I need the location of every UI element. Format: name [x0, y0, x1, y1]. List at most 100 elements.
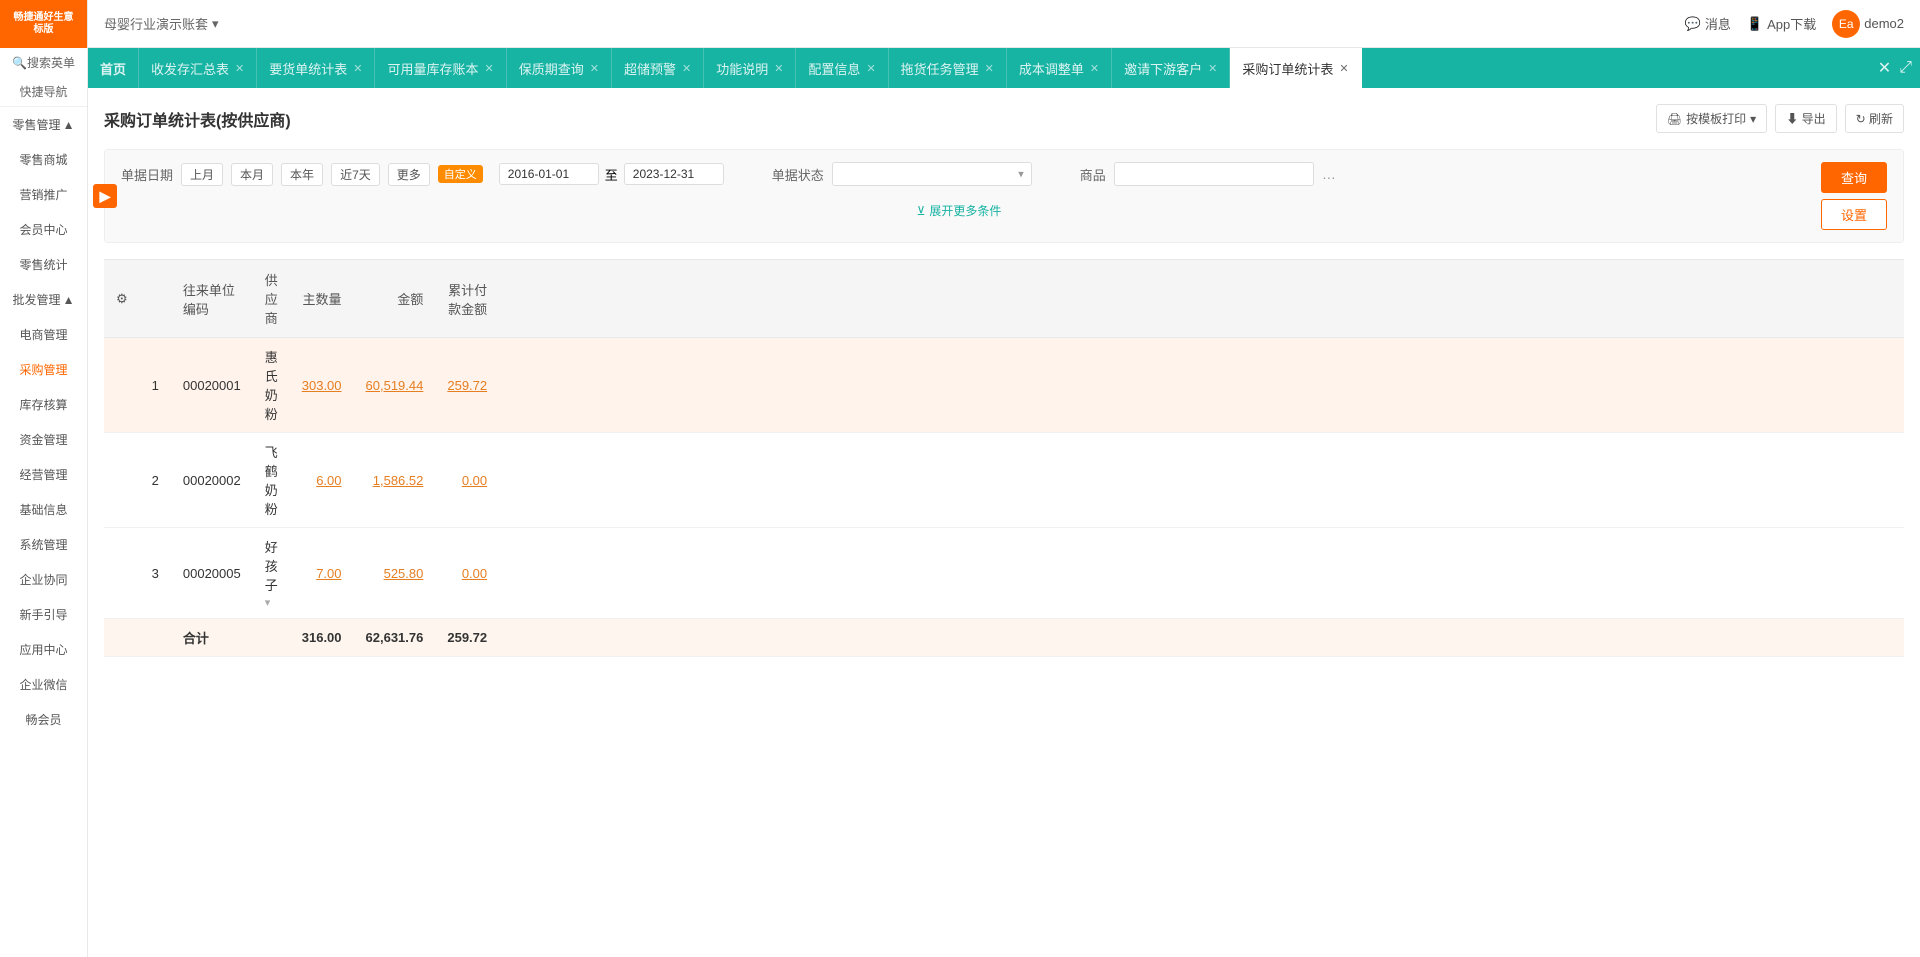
expand-more-button[interactable]: ⊻ 展开更多条件: [917, 202, 1002, 219]
page-header: 采购订单统计表(按供应商) 🖨 按模板打印 ▾ ⬇ 导出 ↻ 刷新: [104, 104, 1904, 133]
custom-date-tag: 自定义: [438, 165, 483, 183]
sidebar-item-members[interactable]: 会员中心: [0, 212, 87, 247]
status-label: 单据状态: [772, 165, 824, 184]
cell-paid[interactable]: 0.00: [435, 528, 499, 619]
close-icon[interactable]: ✕: [866, 62, 875, 75]
date-range-separator: 至: [605, 165, 618, 184]
cell-paid[interactable]: 259.72: [435, 338, 499, 433]
refresh-button[interactable]: ↻ 刷新: [1845, 104, 1904, 133]
date-to-input[interactable]: [624, 163, 724, 185]
cell-quantity[interactable]: 6.00: [290, 433, 354, 528]
sidebar-item-retail-shop[interactable]: 零售商城: [0, 142, 87, 177]
cell-unit-code: 00020001: [171, 338, 253, 433]
sidebar: 畅捷通好生意 标版 🔍 搜索英单 快捷导航 零售管理 ▲ 零售商城 营销推广 会…: [0, 0, 88, 957]
tab-gongnengshuo[interactable]: 功能说明 ✕: [704, 48, 796, 88]
tab-yaoqingxiayou[interactable]: 邀请下游客户 ✕: [1112, 48, 1230, 88]
footer-empty-1: [104, 619, 140, 657]
cell-amount[interactable]: 60,519.44: [354, 338, 436, 433]
sidebar-item-system[interactable]: 系统管理: [0, 527, 87, 562]
template-print-button[interactable]: 🖨 按模板打印 ▾: [1656, 104, 1767, 133]
cell-amount[interactable]: 525.80: [354, 528, 436, 619]
goods-input[interactable]: [1114, 162, 1314, 186]
close-icon[interactable]: ✕: [985, 62, 994, 75]
cell-paid[interactable]: 0.00: [435, 433, 499, 528]
close-icon-active[interactable]: ✕: [1339, 62, 1348, 75]
tab-caigoudingt[interactable]: 采购订单统计表 ✕: [1230, 48, 1361, 88]
date-btn-last-month[interactable]: 上月: [181, 163, 223, 186]
close-icon[interactable]: ✕: [485, 62, 494, 75]
date-btn-more[interactable]: 更多: [388, 163, 430, 186]
close-icon[interactable]: ✕: [682, 62, 691, 75]
user-profile[interactable]: Ea demo2: [1832, 10, 1904, 38]
export-button[interactable]: ⬇ 导出: [1775, 104, 1836, 133]
sidebar-item-basic[interactable]: 基础信息: [0, 492, 87, 527]
download-icon: 📱: [1747, 16, 1763, 32]
sidebar-item-inventory[interactable]: 库存核算: [0, 387, 87, 422]
search-label: 搜索英单: [27, 54, 75, 71]
close-all-icon[interactable]: ✕: [1878, 58, 1891, 78]
sidebar-item-ecommerce[interactable]: 电商管理: [0, 317, 87, 352]
sidebar-item-wechat[interactable]: 企业微信: [0, 667, 87, 702]
tab-baoyuqichaxun[interactable]: 保质期查询 ✕: [507, 48, 612, 88]
sidebar-item-appcenter[interactable]: 应用中心: [0, 632, 87, 667]
expand-icon[interactable]: ⤢: [1899, 59, 1912, 77]
cell-amount[interactable]: 1,586.52: [354, 433, 436, 528]
cell-quantity[interactable]: 7.00: [290, 528, 354, 619]
footer-quantity: 316.00: [290, 619, 354, 657]
tab-keyongliangkuct[interactable]: 可用量库存账本 ✕: [375, 48, 506, 88]
sidebar-item-enterprise[interactable]: 企业协同: [0, 562, 87, 597]
cell-quantity[interactable]: 303.00: [290, 338, 354, 433]
status-select[interactable]: [832, 162, 1032, 186]
breadcrumb-arrow-icon[interactable]: ▾: [212, 16, 219, 32]
sidebar-item-retail-stats[interactable]: 零售统计: [0, 247, 87, 282]
date-btn-this-month[interactable]: 本月: [231, 163, 273, 186]
date-label: 单据日期: [121, 165, 173, 184]
date-btn-this-year[interactable]: 本年: [281, 163, 323, 186]
message-button[interactable]: 💬 消息: [1685, 14, 1731, 33]
close-icon[interactable]: ✕: [774, 62, 783, 75]
sidebar-item-retail[interactable]: 零售管理 ▲: [0, 107, 87, 142]
sidebar-item-purchase[interactable]: 采购管理: [0, 352, 87, 387]
tab-shoufahuizongt[interactable]: 收发存汇总表 ✕: [139, 48, 257, 88]
sidebar-item-wholesale[interactable]: 批发管理 ▲: [0, 282, 87, 317]
close-icon[interactable]: ✕: [1090, 62, 1099, 75]
app-download-button[interactable]: 📱 App下载: [1747, 14, 1816, 33]
goods-label: 商品: [1080, 165, 1106, 184]
tab-chaochuyujing[interactable]: 超储预警 ✕: [612, 48, 704, 88]
sidebar-item-operations[interactable]: 经营管理: [0, 457, 87, 492]
close-icon[interactable]: ✕: [353, 62, 362, 75]
tab-tuohuorenwu[interactable]: 拖货任务管理 ✕: [889, 48, 1007, 88]
cell-extra: [499, 338, 1904, 433]
sidebar-item-marketing[interactable]: 营销推广: [0, 177, 87, 212]
column-settings-icon[interactable]: ⚙: [116, 291, 128, 306]
date-from-input[interactable]: [499, 163, 599, 185]
cell-unit-code: 00020002: [171, 433, 253, 528]
table-row: 3 00020005 好孩子 ▾ 7.00 525.80 0.00: [104, 528, 1904, 619]
message-icon: 💬: [1685, 16, 1701, 32]
cell-index: 2: [140, 433, 171, 528]
close-icon[interactable]: ✕: [235, 62, 244, 75]
nav-tabs-end: ✕ ⤢: [1870, 58, 1920, 78]
goods-more-icon[interactable]: …: [1322, 166, 1336, 182]
close-icon[interactable]: ✕: [590, 62, 599, 75]
sidebar-item-vip[interactable]: 畅会员: [0, 702, 87, 737]
query-button[interactable]: 查询: [1821, 162, 1887, 193]
tab-peizhi[interactable]: 配置信息 ✕: [796, 48, 888, 88]
close-icon[interactable]: ✕: [1208, 62, 1217, 75]
th-settings[interactable]: ⚙: [104, 260, 140, 338]
sidebar-search[interactable]: 🔍 搜索英单: [0, 48, 87, 77]
sidebar-quick-nav[interactable]: 快捷导航: [0, 77, 87, 106]
tab-yaohuodantongt[interactable]: 要货单统计表 ✕: [257, 48, 375, 88]
footer-paid: 259.72: [435, 619, 499, 657]
settings-button[interactable]: 设置: [1821, 199, 1887, 230]
date-btn-7days[interactable]: 近7天: [331, 163, 380, 186]
th-quantity: 主数量: [290, 260, 354, 338]
main-area: 母婴行业演示账套 ▾ 💬 消息 📱 App下载 Ea demo2 首页 收发存汇…: [88, 0, 1920, 957]
filter-goods-item: 商品 …: [1080, 162, 1336, 186]
tab-chengbentiaoz[interactable]: 成本调整单 ✕: [1007, 48, 1112, 88]
printer-icon: 🖨: [1667, 112, 1682, 126]
sidebar-item-newguide[interactable]: 新手引导: [0, 597, 87, 632]
tab-home[interactable]: 首页: [88, 48, 139, 88]
collapse-filter-button[interactable]: ▶: [93, 184, 117, 208]
sidebar-item-finance[interactable]: 资金管理: [0, 422, 87, 457]
